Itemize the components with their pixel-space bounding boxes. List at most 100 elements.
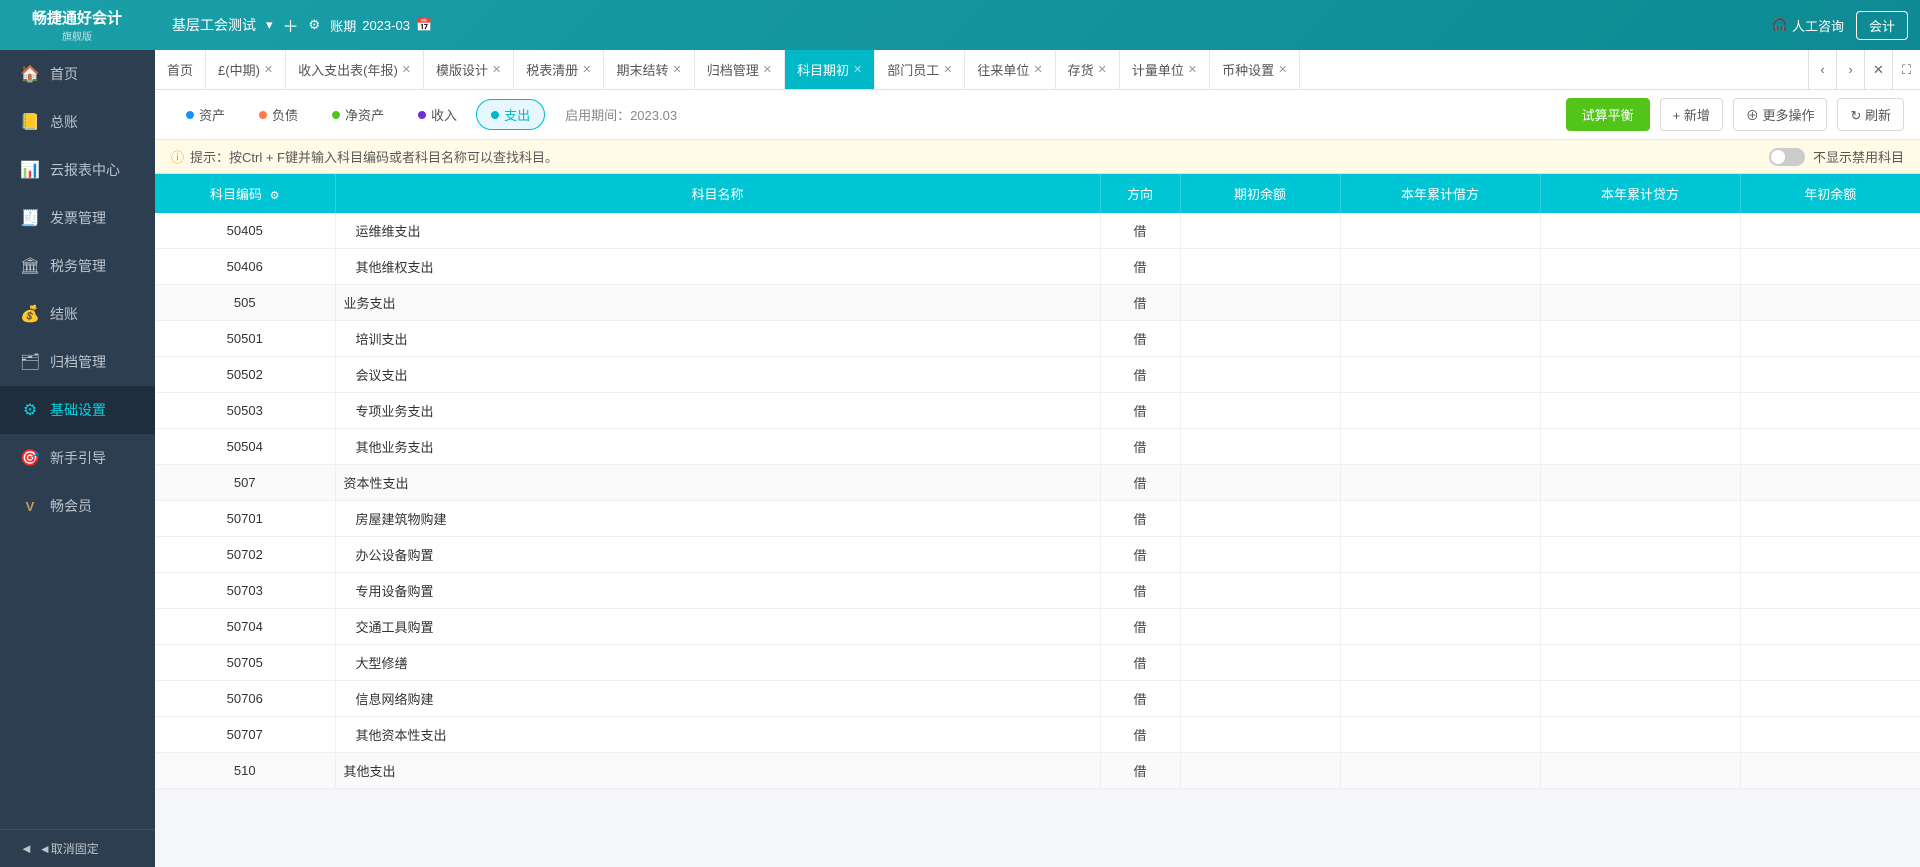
sidebar-label-home: 首页	[50, 64, 78, 84]
table-row[interactable]: 505 业务支出 借	[155, 285, 1920, 321]
tab-annual[interactable]: 收入支出表(年报) ✕	[286, 50, 424, 90]
tab-contacts[interactable]: 往来单位 ✕	[965, 50, 1055, 90]
tab-archive[interactable]: 归档管理 ✕	[695, 50, 785, 90]
tab-inventory[interactable]: 存货 ✕	[1056, 50, 1120, 90]
table-row[interactable]: 50701 房屋建筑物购建 借	[155, 501, 1920, 537]
filter-tab-asset[interactable]: 资产	[171, 99, 240, 130]
add-project-icon[interactable]: ＋	[283, 13, 299, 37]
tab-tax-label: 税表清册	[526, 60, 578, 79]
tab-midterm-label: £(中期)	[218, 60, 260, 79]
filter-tab-liability[interactable]: 负债	[244, 99, 313, 130]
tab-dept[interactable]: 部门员工 ✕	[875, 50, 965, 90]
sidebar-item-home[interactable]: 🏠 首页	[0, 50, 155, 98]
sidebar-item-settings[interactable]: ⚙ 基础设置	[0, 386, 155, 434]
sidebar-item-member[interactable]: V 畅会员	[0, 482, 155, 530]
add-button[interactable]: + 新增	[1660, 98, 1723, 131]
tab-unit-close[interactable]: ✕	[1188, 63, 1197, 76]
table-row[interactable]: 50503 专项业务支出 借	[155, 393, 1920, 429]
col-header-code: 科目编码 ⚙	[155, 174, 335, 213]
cell-name: 房屋建筑物购建	[335, 501, 1100, 537]
refresh-button[interactable]: ↻ 刷新	[1837, 98, 1904, 131]
tab-inventory-close[interactable]: ✕	[1098, 63, 1107, 76]
tab-template[interactable]: 模版设计 ✕	[424, 50, 514, 90]
tab-prev-btn[interactable]: ‹	[1808, 50, 1836, 90]
calc-balance-button[interactable]: 试算平衡	[1566, 98, 1650, 131]
tab-period-end-close[interactable]: ✕	[673, 63, 682, 76]
table-row[interactable]: 50502 会议支出 借	[155, 357, 1920, 393]
cell-code: 50503	[155, 393, 335, 429]
tab-archive-close[interactable]: ✕	[763, 63, 772, 76]
logo-title: 畅捷通好会计	[32, 7, 122, 28]
sidebar-item-close[interactable]: 💰 结账	[0, 290, 155, 338]
account-button[interactable]: 会计	[1856, 11, 1908, 40]
table-row[interactable]: 50704 交通工具购置 借	[155, 609, 1920, 645]
tab-contacts-label: 往来单位	[977, 60, 1029, 79]
tab-close-all-btn[interactable]: ✕	[1864, 50, 1892, 90]
tab-period-end[interactable]: 期末结转 ✕	[604, 50, 694, 90]
tab-subject-init-close[interactable]: ✕	[853, 63, 862, 76]
cell-balance	[1180, 321, 1340, 357]
project-dropdown-icon[interactable]: ▾	[266, 17, 273, 33]
help-button[interactable]: 🎧 人工咨询	[1772, 16, 1844, 35]
cell-balance	[1180, 753, 1340, 789]
tab-nav-buttons: ‹ › ✕ ⛶	[1808, 50, 1920, 90]
sidebar-item-invoice[interactable]: 🧾 发票管理	[0, 194, 155, 242]
disable-toggle[interactable]	[1769, 148, 1805, 166]
table-row[interactable]: 50707 其他资本性支出 借	[155, 717, 1920, 753]
tab-contacts-close[interactable]: ✕	[1033, 63, 1042, 76]
tab-next-btn[interactable]: ›	[1836, 50, 1864, 90]
tab-template-close[interactable]: ✕	[492, 63, 501, 76]
tab-midterm-close[interactable]: ✕	[264, 63, 273, 76]
table-row[interactable]: 510 其他支出 借	[155, 753, 1920, 789]
tab-currency-close[interactable]: ✕	[1278, 63, 1287, 76]
sidebar-collapse[interactable]: ◄ ◄取消固定	[0, 829, 155, 867]
tab-expand-btn[interactable]: ⛶	[1892, 50, 1920, 90]
col-code-settings-icon[interactable]: ⚙	[270, 190, 280, 202]
cell-balance	[1180, 465, 1340, 501]
table-row[interactable]: 50703 专用设备购置 借	[155, 573, 1920, 609]
cell-code: 50706	[155, 681, 335, 717]
table-row[interactable]: 50504 其他业务支出 借	[155, 429, 1920, 465]
filter-tab-equity[interactable]: 净资产	[317, 99, 399, 130]
tab-annual-close[interactable]: ✕	[402, 63, 411, 76]
table-row[interactable]: 50702 办公设备购置 借	[155, 537, 1920, 573]
tab-unit[interactable]: 计量单位 ✕	[1120, 50, 1210, 90]
filter-tab-expense-label: 支出	[504, 105, 530, 124]
cell-balance	[1180, 393, 1340, 429]
table-row[interactable]: 50501 培训支出 借	[155, 321, 1920, 357]
table-row[interactable]: 50405 运维维支出 借	[155, 213, 1920, 249]
tab-home[interactable]: 首页	[155, 50, 206, 90]
settings-icon[interactable]: ⚙	[309, 17, 321, 33]
filter-tab-income[interactable]: 收入	[403, 99, 472, 130]
tab-currency[interactable]: 币种设置 ✕	[1210, 50, 1300, 90]
tab-tax[interactable]: 税表清册 ✕	[514, 50, 604, 90]
cell-dir: 借	[1100, 393, 1180, 429]
tab-tax-close[interactable]: ✕	[582, 63, 591, 76]
sidebar-item-guide[interactable]: 🎯 新手引导	[0, 434, 155, 482]
more-actions-button[interactable]: ⊕ 更多操作	[1733, 98, 1828, 131]
cell-dir: 借	[1100, 645, 1180, 681]
sidebar-item-tax[interactable]: 🏛 税务管理	[0, 242, 155, 290]
tab-midterm[interactable]: £(中期) ✕	[206, 50, 286, 90]
calendar-icon[interactable]: 📅	[416, 17, 432, 33]
col-header-balance: 期初余额	[1180, 174, 1340, 213]
cell-name: 其他支出	[335, 753, 1100, 789]
filter-tab-expense[interactable]: 支出	[476, 99, 545, 130]
top-header: 畅捷通好会计 旗舰版 基层工会测试 ▾ ＋ ⚙ 账期 2023-03 📅 🎧 人…	[0, 0, 1920, 50]
sidebar-item-ledger[interactable]: 📒 总账	[0, 98, 155, 146]
table-row[interactable]: 50706 信息网络购建 借	[155, 681, 1920, 717]
tab-subject-init[interactable]: 科目期初 ✕	[785, 50, 875, 90]
cell-debit	[1340, 573, 1540, 609]
table-row[interactable]: 50406 其他维权支出 借	[155, 249, 1920, 285]
sidebar-label-guide: 新手引导	[50, 448, 106, 468]
cell-code: 507	[155, 465, 335, 501]
hint-message: 提示：按Ctrl + F键并输入科目编码或者科目名称可以查找科目。	[190, 147, 558, 166]
sidebar-item-reports[interactable]: 📊 云报表中心	[0, 146, 155, 194]
cell-init	[1740, 501, 1920, 537]
tab-dept-close[interactable]: ✕	[943, 63, 952, 76]
sidebar-item-archive[interactable]: 🗂 归档管理	[0, 338, 155, 386]
guide-icon: 🎯	[20, 448, 40, 468]
cell-dir: 借	[1100, 429, 1180, 465]
table-row[interactable]: 50705 大型修缮 借	[155, 645, 1920, 681]
table-row[interactable]: 507 资本性支出 借	[155, 465, 1920, 501]
